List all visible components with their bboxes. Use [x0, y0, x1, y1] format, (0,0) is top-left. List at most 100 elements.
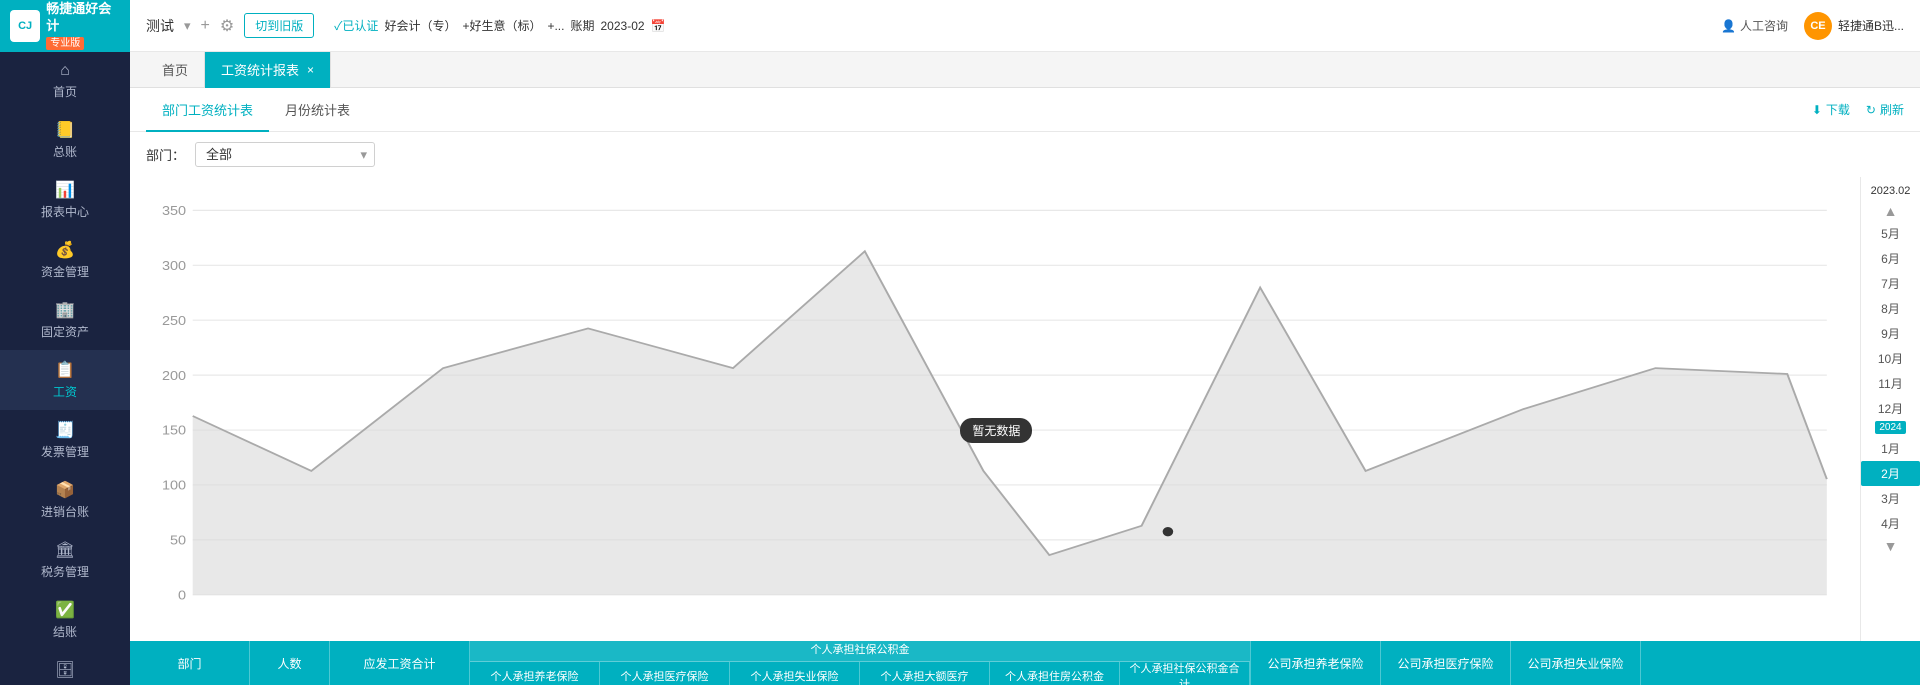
year-2024-badge: 2024 [1875, 421, 1905, 434]
group-col-4: 个人承担住房公积金 [990, 662, 1120, 685]
subtabs: 部门工资统计表月份统计表 ⬇ 下载 ↻ 刷新 [130, 88, 1920, 132]
sidebar-item-settlement[interactable]: ✅ 结账 [0, 590, 130, 650]
month-12月[interactable]: 12月 [1861, 396, 1920, 421]
username: 轻捷通B迅... [1838, 17, 1904, 34]
sidebar-nav: ⌂ 首页📒 总账📊 报表中心💰 资金管理🏢 固定资产📋 工资🧾 发票管理📦 [0, 52, 130, 685]
month-8月[interactable]: 8月 [1861, 296, 1920, 321]
tabs-bar: 首页工资统计报表× [130, 52, 1920, 88]
invoice-icon: 🧾 [55, 420, 75, 440]
edition-badge: 专业版 [46, 37, 84, 50]
company-col-2: 公司承担失业保险 [1511, 641, 1641, 685]
topbar-status: ✓已认证 好会计（专） +好生意（标） +... 账期 2023-02 📅 [334, 17, 665, 34]
topbar: 测试 ▾ + ⚙ 切到旧版 ✓已认证 好会计（专） +好生意（标） +... 账… [130, 0, 1920, 52]
tax-icon: 🏛 [55, 540, 75, 560]
content-area: 部门工资统计表月份统计表 ⬇ 下载 ↻ 刷新 部门： 全部财务部销售部技术部行政… [130, 88, 1920, 685]
funds-icon: 💰 [55, 240, 75, 260]
group-col-3: 个人承担大额医疗 [860, 662, 990, 685]
logo-text: 畅捷通好会计 专业版 [46, 1, 120, 50]
ledger-icon: 📒 [55, 120, 75, 140]
subtab-monthly[interactable]: 月份统计表 [269, 88, 366, 132]
svg-text:250: 250 [162, 314, 187, 328]
sidebar-item-tax[interactable]: 🏛 税务管理 [0, 530, 130, 590]
certified-status: ✓已认证 [334, 17, 378, 34]
main-area: 测试 ▾ + ⚙ 切到旧版 ✓已认证 好会计（专） +好生意（标） +... 账… [130, 0, 1920, 685]
sidebar-item-funds[interactable]: 💰 资金管理 [0, 230, 130, 290]
svg-text:0: 0 [178, 588, 186, 602]
sidebar-item-purchase[interactable]: 📦 进销台账 [0, 470, 130, 530]
add-button[interactable]: + [201, 17, 210, 35]
home-icon: ⌂ [60, 62, 70, 80]
chart-svg: 350 300 250 200 150 100 50 0 [140, 187, 1840, 631]
dept-select-wrap[interactable]: 全部财务部销售部技术部行政部 [195, 142, 375, 167]
month2024-4月[interactable]: 4月 [1861, 511, 1920, 536]
brand-name: 畅捷通好会计 [46, 1, 120, 35]
group-title: 个人承担社保公积金 [470, 641, 1250, 662]
filter-label: 部门： [146, 145, 185, 164]
table-col-1: 人数 [250, 641, 330, 685]
month-11月[interactable]: 11月 [1861, 371, 1920, 396]
svg-text:150: 150 [162, 423, 187, 437]
consult-btn[interactable]: 👤 人工咨询 [1721, 17, 1788, 34]
reports-icon: 📊 [55, 180, 75, 200]
assets-icon: 🏢 [55, 300, 75, 320]
sidebar-item-reports[interactable]: 📊 报表中心 [0, 170, 130, 230]
consult-icon: 👤 [1721, 19, 1736, 33]
tab-salary-stats[interactable]: 工资统计报表× [205, 52, 331, 88]
month2024-1月[interactable]: 1月 [1861, 436, 1920, 461]
subtab-dept[interactable]: 部门工资统计表 [146, 88, 269, 132]
date-panel-up[interactable]: ▲ [1882, 201, 1900, 221]
archive-icon: 🗄 [55, 660, 75, 680]
refresh-icon: ↻ [1866, 103, 1876, 117]
tab-home[interactable]: 首页 [146, 52, 205, 88]
company-col-1: 公司承担医疗保险 [1381, 641, 1511, 685]
sidebar-item-payroll[interactable]: 📋 工资 [0, 350, 130, 410]
month-6月[interactable]: 6月 [1861, 246, 1920, 271]
sidebar-item-archive[interactable]: 🗄 归档管理 [0, 650, 130, 685]
filter-bar: 部门： 全部财务部销售部技术部行政部 [130, 132, 1920, 177]
svg-text:100: 100 [162, 478, 187, 492]
topbar-right: 👤 人工咨询 CE 轻捷通B迅... [1721, 12, 1904, 40]
sidebar-item-home[interactable]: ⌂ 首页 [0, 52, 130, 110]
sidebar-item-invoice[interactable]: 🧾 发票管理 [0, 410, 130, 470]
refresh-btn[interactable]: ↻ 刷新 [1866, 101, 1904, 118]
month2024-2月[interactable]: 2月 [1861, 461, 1920, 486]
avatar: CE [1804, 12, 1832, 40]
dept-select[interactable]: 全部财务部销售部技术部行政部 [195, 142, 375, 167]
company-col-0: 公司承担养老保险 [1251, 641, 1381, 685]
svg-text:350: 350 [162, 204, 187, 218]
table-col-0: 部门 [130, 641, 250, 685]
group-col-1: 个人承担医疗保险 [600, 662, 730, 685]
settings-icon[interactable]: ⚙ [220, 16, 234, 36]
payroll-icon: 📋 [55, 360, 75, 380]
date-panel-current: 2023.02 [1869, 181, 1913, 201]
title-arrow: ▾ [184, 18, 191, 34]
month-5月[interactable]: 5月 [1861, 221, 1920, 246]
period-label: 账期 [570, 17, 594, 34]
date-panel-down[interactable]: ▼ [1882, 536, 1900, 556]
download-btn[interactable]: ⬇ 下载 [1812, 101, 1850, 118]
company-title: 测试 [146, 16, 174, 36]
month-7月[interactable]: 7月 [1861, 271, 1920, 296]
more-status: +... [547, 19, 564, 33]
switch-btn[interactable]: 切到旧版 [244, 13, 314, 38]
sidebar-item-assets[interactable]: 🏢 固定资产 [0, 290, 130, 350]
user-menu[interactable]: CE 轻捷通B迅... [1804, 12, 1904, 40]
download-icon: ⬇ [1812, 103, 1822, 117]
month2024-3月[interactable]: 3月 [1861, 486, 1920, 511]
subtabs-actions: ⬇ 下载 ↻ 刷新 [1812, 101, 1904, 118]
group-col-5: 个人承担社保公积金合计 [1120, 662, 1250, 685]
month-9月[interactable]: 9月 [1861, 321, 1920, 346]
svg-text:300: 300 [162, 259, 187, 273]
table-group-personal: 个人承担社保公积金个人承担养老保险个人承担医疗保险个人承担失业保险个人承担大额医… [470, 641, 1251, 685]
date-panel: 2023.02▲5月6月7月8月9月10月11月12月2024 1月2月3月4月▼ [1860, 177, 1920, 641]
group-col-0: 个人承担养老保险 [470, 662, 600, 685]
sidebar-item-ledger[interactable]: 📒 总账 [0, 110, 130, 170]
close-tab-salary-stats[interactable]: × [307, 63, 314, 77]
month-10月[interactable]: 10月 [1861, 346, 1920, 371]
good-business: +好生意（标） [462, 17, 541, 34]
calendar-icon[interactable]: 📅 [651, 19, 666, 33]
svg-text:200: 200 [162, 369, 187, 383]
good-accounting: 好会计（专） [384, 17, 456, 34]
group-col-2: 个人承担失业保险 [730, 662, 860, 685]
table-col-2: 应发工资合计 [330, 641, 470, 685]
